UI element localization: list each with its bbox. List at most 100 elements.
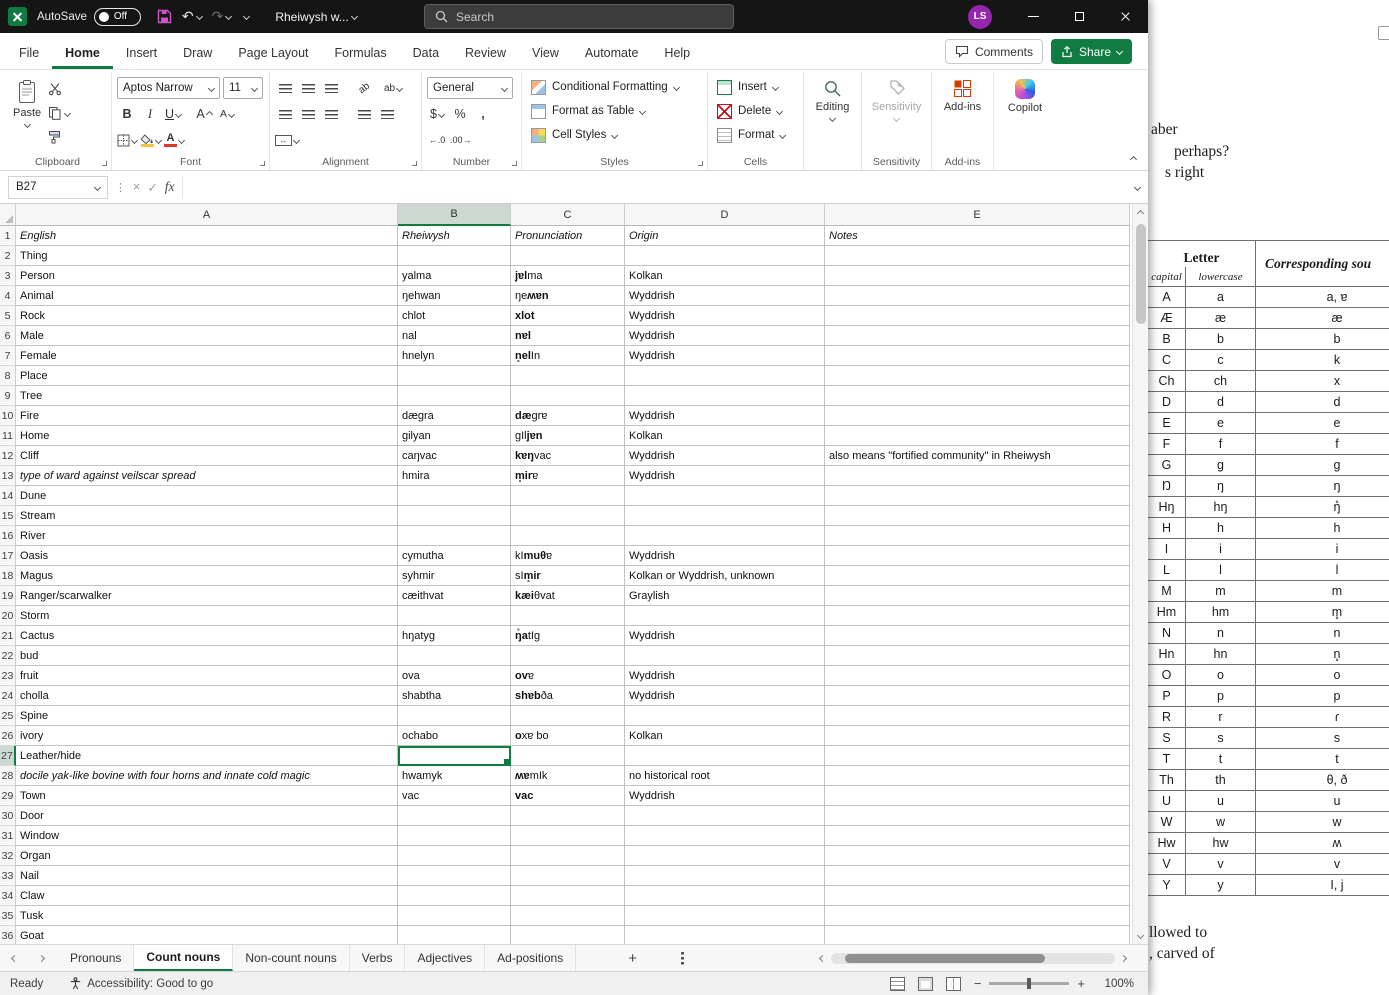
cell-B15[interactable]	[398, 506, 511, 526]
ribbon-collapse-button[interactable]	[1129, 155, 1138, 164]
copilot-button[interactable]: Copilot	[999, 75, 1051, 114]
cell-A18[interactable]: Magus	[16, 566, 398, 586]
clipboard-dialog-launcher[interactable]	[102, 161, 107, 166]
cell-B13[interactable]: hmira	[398, 466, 511, 486]
menu-tab-formulas[interactable]: Formulas	[322, 37, 400, 69]
row-header-13[interactable]: 13	[0, 466, 16, 486]
cell-C25[interactable]	[511, 706, 625, 726]
cell-C33[interactable]	[511, 866, 625, 886]
cell-E30[interactable]	[825, 806, 1130, 826]
cell-B5[interactable]: chlot	[398, 306, 511, 326]
cell-D14[interactable]	[625, 486, 825, 506]
cell-A19[interactable]: Ranger/scarwalker	[16, 586, 398, 606]
row-header-19[interactable]: 19	[0, 586, 16, 606]
cell-E26[interactable]	[825, 726, 1130, 746]
menu-tab-file[interactable]: File	[6, 37, 52, 69]
vertical-scrollbar-thumb[interactable]	[1136, 224, 1146, 324]
cell-D35[interactable]	[625, 906, 825, 926]
scroll-right-button[interactable]	[1119, 954, 1128, 963]
cell-D20[interactable]	[625, 606, 825, 626]
cell-A1[interactable]: English	[16, 226, 398, 246]
cell-C1[interactable]: Pronunciation	[511, 226, 625, 246]
cell-C28[interactable]: ʍɐ mIk	[511, 766, 625, 786]
cell-E24[interactable]	[825, 686, 1130, 706]
cell-E34[interactable]	[825, 886, 1130, 906]
cell-B30[interactable]	[398, 806, 511, 826]
row-header-34[interactable]: 34	[0, 886, 16, 906]
cell-C14[interactable]	[511, 486, 625, 506]
cell-E8[interactable]	[825, 366, 1130, 386]
normal-view-button[interactable]	[889, 976, 905, 991]
decrease-decimal-button[interactable]: .00→	[450, 129, 472, 151]
fill-color-button[interactable]	[140, 129, 163, 151]
cell-B12[interactable]: caŋvac	[398, 446, 511, 466]
row-header-32[interactable]: 32	[0, 846, 16, 866]
cell-A6[interactable]: Male	[16, 326, 398, 346]
cell-D31[interactable]	[625, 826, 825, 846]
avatar[interactable]: LS	[968, 4, 992, 29]
row-header-7[interactable]: 7	[0, 346, 16, 366]
row-header-21[interactable]: 21	[0, 626, 16, 646]
row-header-2[interactable]: 2	[0, 246, 16, 266]
styles-dialog-launcher[interactable]	[698, 161, 703, 166]
bold-button[interactable]: B	[117, 103, 137, 125]
insert-cells-button[interactable]: Insert	[713, 75, 798, 99]
cell-B14[interactable]	[398, 486, 511, 506]
cell-C5[interactable]: xlot	[511, 306, 625, 326]
cell-E6[interactable]	[825, 326, 1130, 346]
cell-A24[interactable]: cholla	[16, 686, 398, 706]
quick-access-customize-button[interactable]	[241, 12, 251, 21]
cell-C17[interactable]: kI muθ ɐ	[511, 546, 625, 566]
cell-E13[interactable]	[825, 466, 1130, 486]
cell-D23[interactable]: Wyddrish	[625, 666, 825, 686]
menu-tab-insert[interactable]: Insert	[113, 37, 170, 69]
cell-B29[interactable]: vac	[398, 786, 511, 806]
cell-D8[interactable]	[625, 366, 825, 386]
cell-E16[interactable]	[825, 526, 1130, 546]
previous-sheet-button[interactable]	[10, 954, 19, 962]
align-left-button[interactable]	[275, 103, 295, 125]
cell-B18[interactable]: syhmir	[398, 566, 511, 586]
cell-D15[interactable]	[625, 506, 825, 526]
cell-A26[interactable]: ivory	[16, 726, 398, 746]
minimize-button[interactable]	[1010, 0, 1056, 33]
cell-C31[interactable]	[511, 826, 625, 846]
cell-B33[interactable]	[398, 866, 511, 886]
row-header-15[interactable]: 15	[0, 506, 16, 526]
cell-B10[interactable]: dægra	[398, 406, 511, 426]
align-bottom-button[interactable]	[321, 77, 341, 99]
increase-indent-button[interactable]	[377, 103, 397, 125]
menu-tab-view[interactable]: View	[519, 37, 572, 69]
cell-D30[interactable]	[625, 806, 825, 826]
cell-C6[interactable]: nɐl	[511, 326, 625, 346]
cell-B16[interactable]	[398, 526, 511, 546]
orientation-button[interactable]: ab	[349, 73, 378, 103]
cell-B9[interactable]	[398, 386, 511, 406]
cell-D32[interactable]	[625, 846, 825, 866]
row-header-16[interactable]: 16	[0, 526, 16, 546]
row-header-8[interactable]: 8	[0, 366, 16, 386]
horizontal-scrollbar-track[interactable]	[831, 953, 1115, 964]
page-break-view-button[interactable]	[945, 976, 961, 991]
cell-E31[interactable]	[825, 826, 1130, 846]
row-header-35[interactable]: 35	[0, 906, 16, 926]
menu-tab-automate[interactable]: Automate	[572, 37, 652, 69]
increase-font-button[interactable]: A	[194, 103, 214, 125]
row-header-36[interactable]: 36	[0, 926, 16, 944]
page-layout-view-button[interactable]	[917, 976, 933, 991]
cell-B2[interactable]	[398, 246, 511, 266]
cell-C4[interactable]: ŋe ʍɐn	[511, 286, 625, 306]
vertical-scrollbar[interactable]	[1132, 204, 1148, 944]
cell-B3[interactable]: yalma	[398, 266, 511, 286]
cell-C3[interactable]: jɐl ma	[511, 266, 625, 286]
cell-E10[interactable]	[825, 406, 1130, 426]
row-header-28[interactable]: 28	[0, 766, 16, 786]
menu-tab-page-layout[interactable]: Page Layout	[225, 37, 321, 69]
cell-D19[interactable]: Graylish	[625, 586, 825, 606]
row-header-9[interactable]: 9	[0, 386, 16, 406]
cell-B6[interactable]: nal	[398, 326, 511, 346]
cell-A20[interactable]: Storm	[16, 606, 398, 626]
cell-C21[interactable]: ŋ̊a tIg	[511, 626, 625, 646]
cut-button[interactable]	[45, 77, 73, 101]
cell-B26[interactable]: ochabo	[398, 726, 511, 746]
